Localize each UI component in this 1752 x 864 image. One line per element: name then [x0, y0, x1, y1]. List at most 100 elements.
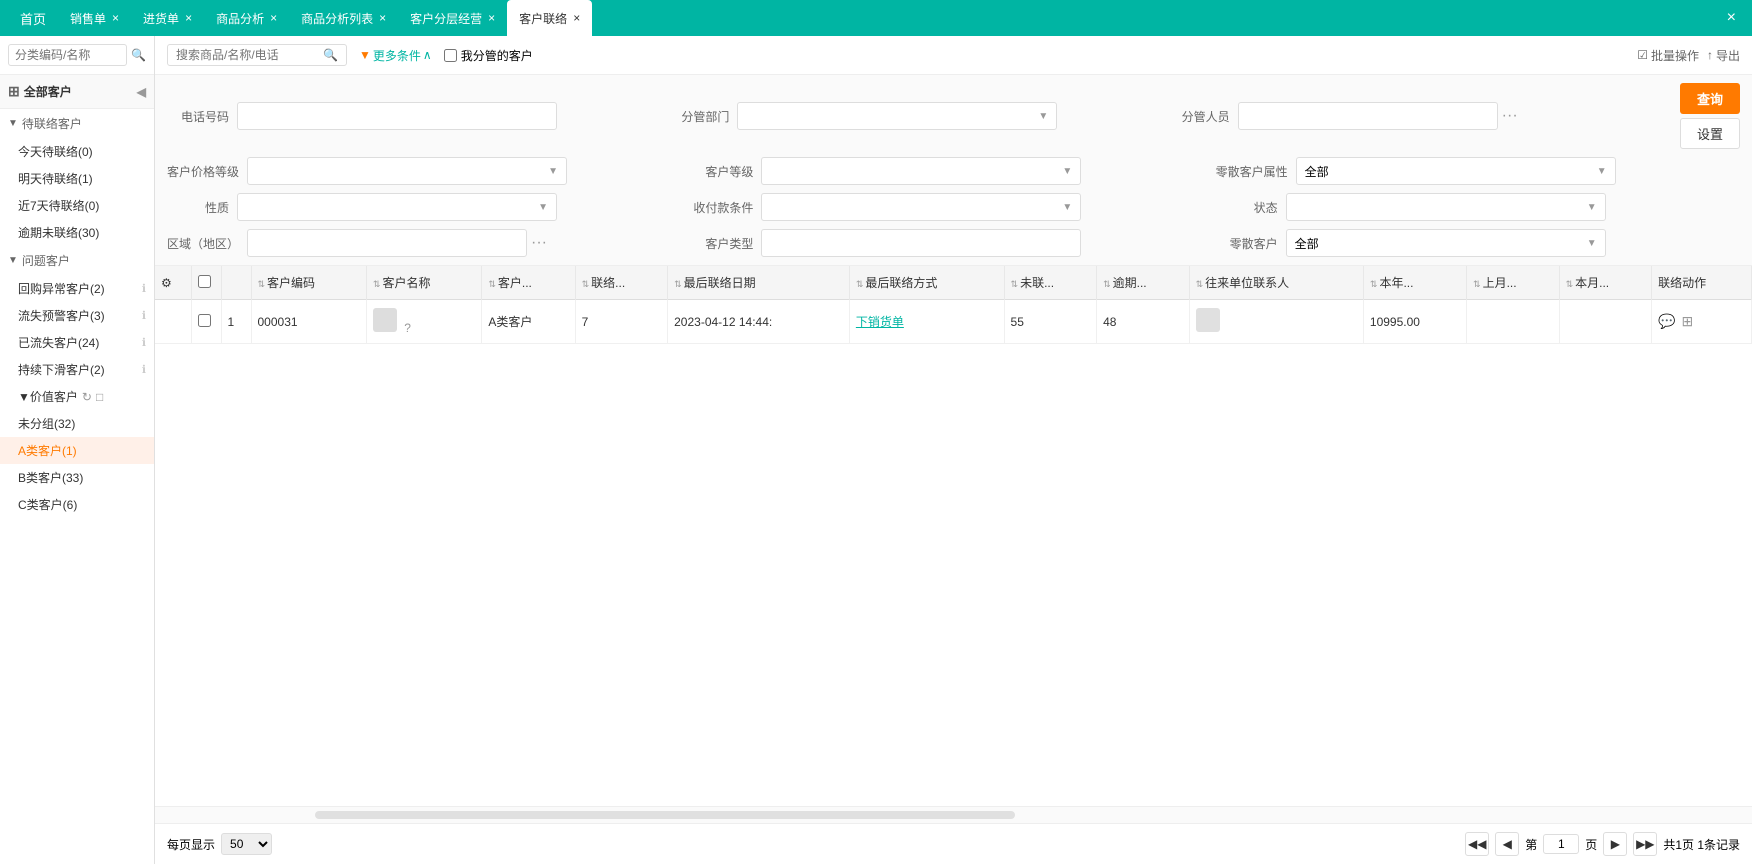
- horizontal-scrollbar[interactable]: [315, 811, 1015, 819]
- batch-op-btn[interactable]: ☑ 批量操作: [1637, 47, 1699, 64]
- filter-field-manager: 分管人员 ···: [1168, 102, 1668, 130]
- th-contact-person[interactable]: ⇅往来单位联系人: [1189, 266, 1363, 300]
- th-level[interactable]: ⇅客户...: [482, 266, 575, 300]
- sidebar-item-class-b[interactable]: B类客户(33): [0, 464, 154, 491]
- sidebar-item-churn-warning[interactable]: 流失预警客户(3) ℹ: [0, 302, 154, 329]
- page-number-input[interactable]: [1543, 834, 1579, 854]
- sidebar-section-problem[interactable]: ▼ 问题客户: [0, 246, 154, 275]
- nature-select[interactable]: ▼: [237, 193, 557, 221]
- nav-tab-purchase[interactable]: 进货单 ×: [131, 0, 204, 36]
- nav-tab-customer-contact[interactable]: 客户联络 ×: [507, 0, 592, 36]
- retail-attr-select[interactable]: 全部 ▼: [1296, 157, 1616, 185]
- sidebar-search-input[interactable]: [8, 44, 127, 66]
- sort-contact-count-icon: ⇅: [582, 279, 590, 289]
- sidebar-item-7days-pending[interactable]: 近7天待联络(0): [0, 192, 154, 219]
- sidebar-section-value[interactable]: ▼ 价值客户 ↻ □: [0, 383, 154, 410]
- th-this-month[interactable]: ⇅本月...: [1559, 266, 1652, 300]
- th-last-date[interactable]: ⇅最后联络日期: [668, 266, 850, 300]
- sidebar-all-customers-header[interactable]: ⊞ 全部客户 ◀: [0, 75, 154, 109]
- next-page-btn[interactable]: ▶: [1603, 832, 1627, 856]
- sidebar-item-ungrouped[interactable]: 未分组(32): [0, 410, 154, 437]
- sort-un-contact-icon: ⇅: [1011, 279, 1019, 289]
- payment-label: 收付款条件: [691, 199, 761, 216]
- all-customers-label: 全部客户: [24, 83, 72, 100]
- th-this-year[interactable]: ⇅本年...: [1363, 266, 1466, 300]
- td-last-method[interactable]: 下销货单: [849, 300, 1004, 344]
- td-checkbox[interactable]: [191, 300, 221, 344]
- status-select[interactable]: ▼: [1286, 193, 1606, 221]
- filter-more-conditions[interactable]: ▼ 更多条件 ∧: [359, 47, 432, 64]
- sidebar-collapse-btn[interactable]: ◀: [137, 85, 146, 99]
- close-purchase-tab[interactable]: ×: [185, 11, 192, 25]
- td-un-contact: 55: [1004, 300, 1097, 344]
- nav-tab-sales[interactable]: 销售单 ×: [58, 0, 131, 36]
- first-page-btn[interactable]: ◀◀: [1465, 832, 1489, 856]
- sidebar-item-class-c[interactable]: C类客户(6): [0, 491, 154, 518]
- region-input[interactable]: [247, 229, 527, 257]
- customer-level-select[interactable]: ▼: [761, 157, 1081, 185]
- sidebar-search-icon[interactable]: 🔍: [131, 48, 146, 62]
- last-method-link[interactable]: 下销货单: [856, 315, 904, 329]
- th-checkbox[interactable]: [191, 266, 221, 300]
- nav-tab-customer-tier[interactable]: 客户分层经营 ×: [398, 0, 507, 36]
- select-all-checkbox[interactable]: [198, 275, 211, 288]
- contact-person-avatar: [1196, 308, 1220, 332]
- last-page-btn[interactable]: ▶▶: [1633, 832, 1657, 856]
- sidebar-item-class-a[interactable]: A类客户(1): [0, 437, 154, 464]
- content-area: 🔍 ▼ 更多条件 ∧ 我分管的客户 ☑ 批量操作 ↑ 导出: [155, 36, 1752, 864]
- chat-icon[interactable]: 💬: [1658, 313, 1675, 330]
- filter-bar: 🔍 ▼ 更多条件 ∧ 我分管的客户 ☑ 批量操作 ↑ 导出: [155, 36, 1752, 75]
- filter-search-input[interactable]: [176, 48, 323, 62]
- th-code[interactable]: ⇅客户编码: [251, 266, 366, 300]
- phone-input[interactable]: [237, 102, 557, 130]
- page-size-select[interactable]: 50 10 20 100: [221, 833, 272, 855]
- row-checkbox[interactable]: [198, 314, 211, 327]
- th-overdue[interactable]: ⇅逾期...: [1097, 266, 1190, 300]
- nav-home[interactable]: 首页: [8, 0, 58, 36]
- sidebar-item-overdue-contact[interactable]: 逾期未联络(30): [0, 219, 154, 246]
- payment-select[interactable]: ▼: [761, 193, 1081, 221]
- setting-btn[interactable]: 设置: [1680, 118, 1740, 149]
- td-contact-count: 7: [575, 300, 668, 344]
- manager-input[interactable]: [1238, 102, 1498, 130]
- sidebar-item-today-pending[interactable]: 今天待联络(0): [0, 138, 154, 165]
- export-btn[interactable]: ↑ 导出: [1707, 47, 1740, 64]
- close-all-tabs[interactable]: ×: [1719, 9, 1744, 27]
- customer-type-select[interactable]: [761, 229, 1081, 257]
- th-un-contact[interactable]: ⇅未联...: [1004, 266, 1097, 300]
- manager-dots-icon[interactable]: ···: [1498, 107, 1522, 125]
- sort-this-month-icon: ⇅: [1566, 279, 1574, 289]
- grid-action-icon[interactable]: ⊞: [1682, 313, 1694, 330]
- dept-select[interactable]: ▼: [737, 102, 1057, 130]
- retail-customer-select[interactable]: 全部 ▼: [1286, 229, 1606, 257]
- price-level-select[interactable]: ▼: [247, 157, 567, 185]
- close-product-analysis-tab[interactable]: ×: [270, 11, 277, 25]
- th-name[interactable]: ⇅客户名称: [366, 266, 481, 300]
- th-action: 联络动作: [1652, 266, 1752, 300]
- close-sales-tab[interactable]: ×: [112, 11, 119, 25]
- th-last-method[interactable]: ⇅最后联络方式: [849, 266, 1004, 300]
- close-product-list-tab[interactable]: ×: [379, 11, 386, 25]
- sidebar-item-tomorrow-pending[interactable]: 明天待联络(1): [0, 165, 154, 192]
- filter-field-customer-level: 客户等级 ▼: [691, 157, 1215, 185]
- sidebar-section-pending[interactable]: ▼ 待联络客户: [0, 109, 154, 138]
- th-contact-count[interactable]: ⇅联络...: [575, 266, 668, 300]
- sidebar-search-container: 🔍: [0, 36, 154, 75]
- sidebar-item-declining[interactable]: 持续下滑客户(2) ℹ: [0, 356, 154, 383]
- query-btn[interactable]: 查询: [1680, 83, 1740, 114]
- prev-page-btn[interactable]: ◀: [1495, 832, 1519, 856]
- close-customer-contact-tab[interactable]: ×: [573, 11, 580, 25]
- th-last-month[interactable]: ⇅上月...: [1467, 266, 1560, 300]
- add-icon[interactable]: □: [96, 390, 103, 404]
- sidebar-item-churned[interactable]: 已流失客户(24) ℹ: [0, 329, 154, 356]
- filter-search-icon[interactable]: 🔍: [323, 48, 338, 62]
- mine-customers-checkbox[interactable]: [444, 49, 457, 62]
- filter-mine-customers[interactable]: 我分管的客户: [444, 47, 533, 64]
- refresh-icon[interactable]: ↻: [82, 390, 92, 404]
- nav-tab-product-analysis[interactable]: 商品分析 ×: [204, 0, 289, 36]
- sidebar-item-repurchase-abnormal[interactable]: 回购异常客户(2) ℹ: [0, 275, 154, 302]
- nav-tab-product-list[interactable]: 商品分析列表 ×: [289, 0, 398, 36]
- th-settings[interactable]: ⚙: [155, 266, 191, 300]
- region-dots-icon[interactable]: ···: [527, 234, 551, 252]
- close-customer-tier-tab[interactable]: ×: [488, 11, 495, 25]
